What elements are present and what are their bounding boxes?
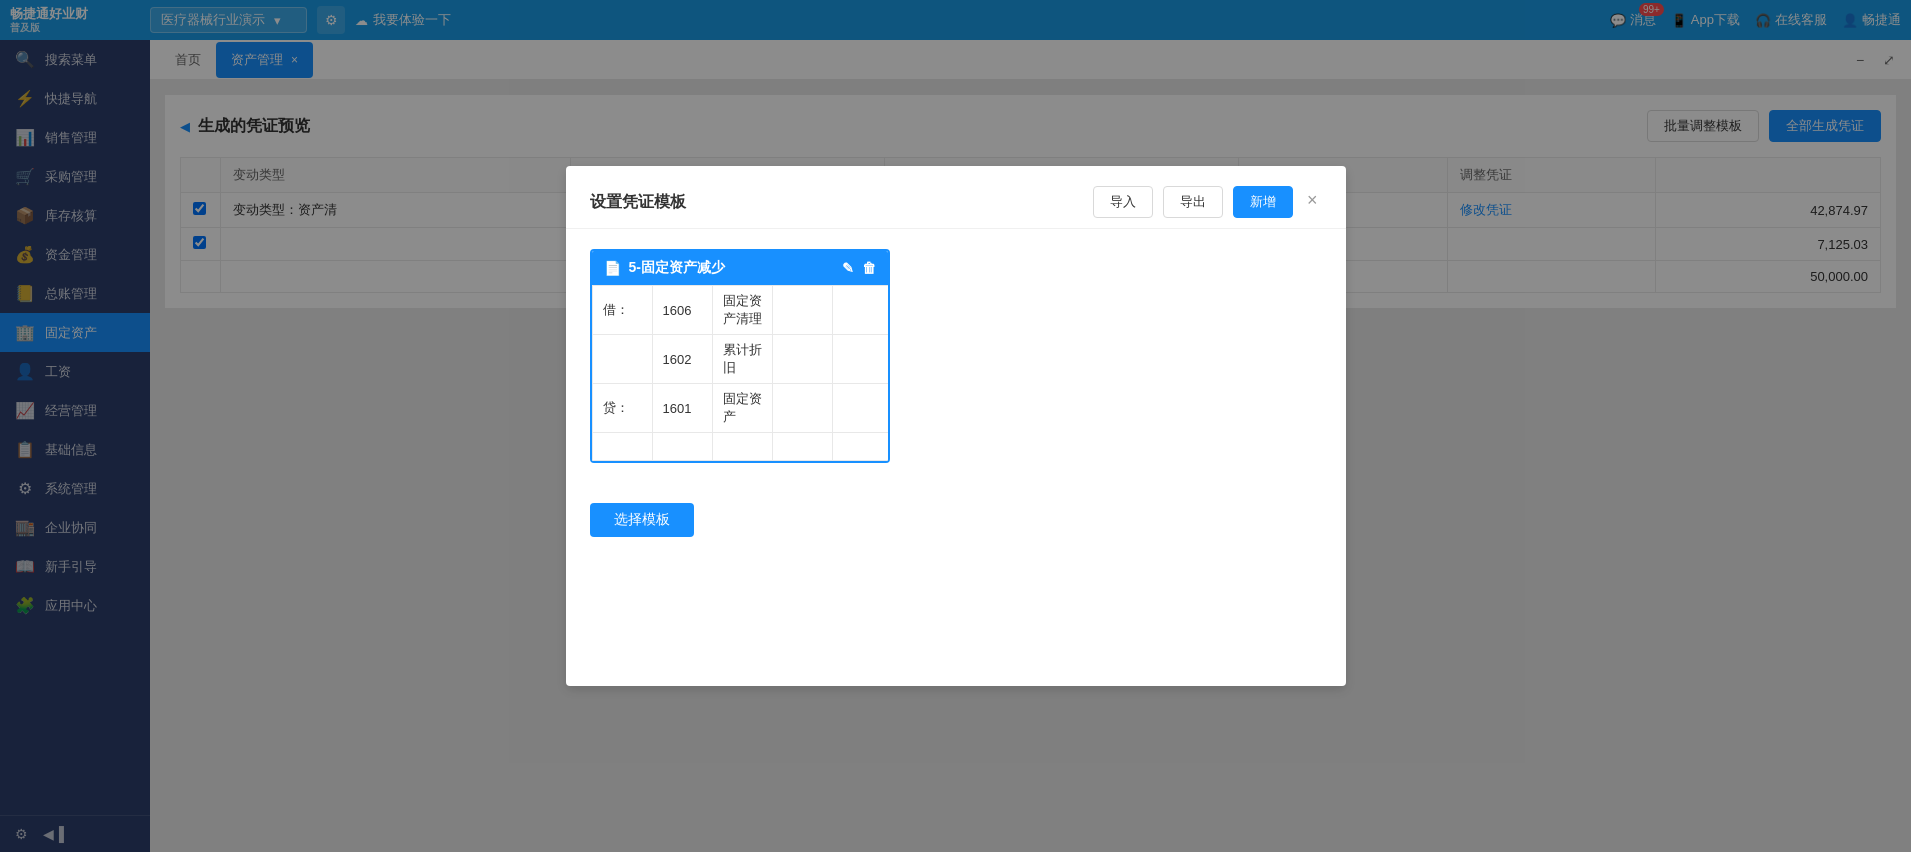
modal-close-icon[interactable]: × — [1303, 186, 1322, 218]
name-4 — [712, 433, 772, 461]
direction-2 — [592, 335, 652, 384]
direction-4 — [592, 433, 652, 461]
select-template-button[interactable]: 选择模板 — [590, 503, 694, 537]
direction-3: 贷： — [592, 384, 652, 433]
modal-header: 设置凭证模板 导入 导出 新增 × — [566, 166, 1346, 229]
code-2: 1602 — [652, 335, 712, 384]
col3-2 — [772, 335, 832, 384]
select-template-area: 选择模板 — [590, 483, 1322, 537]
template-accounts-table: 借： 1606 固定资产清理 1602 累计折旧 — [592, 285, 890, 461]
template-card: 📄 5-固定资产减少 ✎ 🗑 借： 1606 固定资产清理 — [590, 249, 890, 463]
col3-3 — [772, 384, 832, 433]
code-4 — [652, 433, 712, 461]
template-row-empty — [592, 433, 890, 461]
template-row: 贷： 1601 固定资产 — [592, 384, 890, 433]
col4-4 — [832, 433, 890, 461]
template-row: 1602 累计折旧 — [592, 335, 890, 384]
modal-toolbar: 导入 导出 新增 × — [1093, 186, 1322, 218]
col3-4 — [772, 433, 832, 461]
template-delete-icon[interactable]: 🗑 — [862, 260, 876, 276]
col4-1 — [832, 286, 890, 335]
template-row: 借： 1606 固定资产清理 — [592, 286, 890, 335]
code-3: 1601 — [652, 384, 712, 433]
template-header-actions: ✎ 🗑 — [842, 260, 876, 276]
template-name: 5-固定资产减少 — [629, 259, 725, 277]
export-button[interactable]: 导出 — [1163, 186, 1223, 218]
template-card-body: 借： 1606 固定资产清理 1602 累计折旧 — [592, 285, 888, 461]
template-edit-icon[interactable]: ✎ — [842, 260, 854, 276]
modal-overlay: 设置凭证模板 导入 导出 新增 × 📄 5-固定资产减少 ✎ 🗑 — [0, 0, 1911, 852]
col3-1 — [772, 286, 832, 335]
col4-3 — [832, 384, 890, 433]
modal-body: 📄 5-固定资产减少 ✎ 🗑 借： 1606 固定资产清理 — [566, 229, 1346, 686]
new-template-button[interactable]: 新增 — [1233, 186, 1293, 218]
direction-1: 借： — [592, 286, 652, 335]
modal-title: 设置凭证模板 — [590, 192, 686, 213]
name-3: 固定资产 — [712, 384, 772, 433]
import-button[interactable]: 导入 — [1093, 186, 1153, 218]
voucher-template-modal: 设置凭证模板 导入 导出 新增 × 📄 5-固定资产减少 ✎ 🗑 — [566, 166, 1346, 686]
template-doc-icon: 📄 — [604, 260, 621, 276]
name-1: 固定资产清理 — [712, 286, 772, 335]
col4-2 — [832, 335, 890, 384]
code-1: 1606 — [652, 286, 712, 335]
name-2: 累计折旧 — [712, 335, 772, 384]
template-card-header: 📄 5-固定资产减少 ✎ 🗑 — [592, 251, 888, 285]
